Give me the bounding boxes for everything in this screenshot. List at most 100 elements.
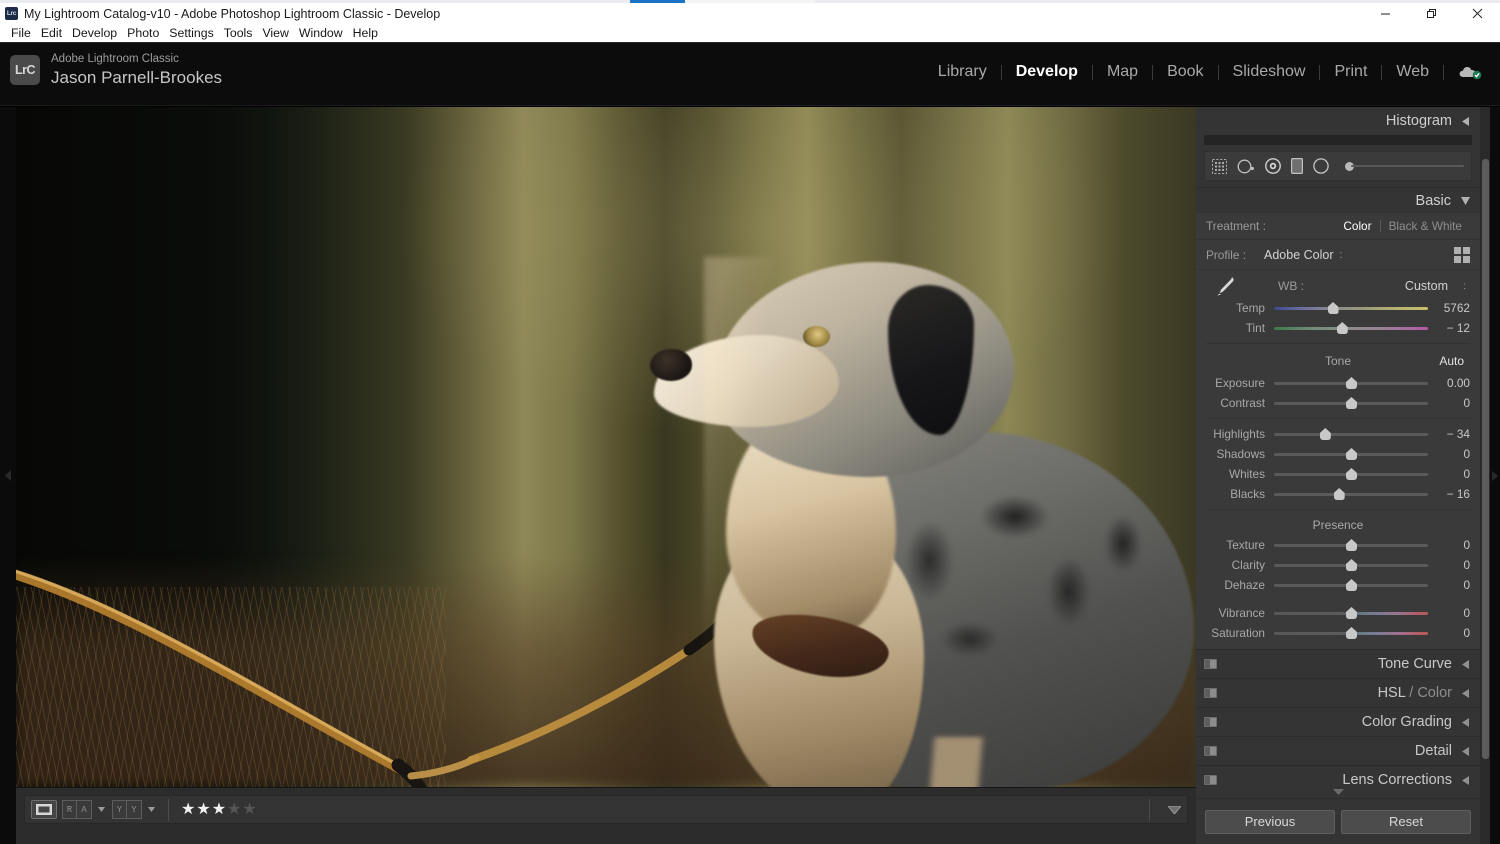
temp-slider[interactable]: [1274, 302, 1428, 314]
graduated-filter-tool[interactable]: [1291, 158, 1303, 174]
profile-browser-icon[interactable]: [1454, 246, 1470, 263]
left-panel-collapse-handle[interactable]: [0, 107, 16, 844]
highlights-value[interactable]: − 34: [1428, 427, 1470, 441]
star-4[interactable]: ★: [227, 801, 241, 818]
lens-corrections-toggle[interactable]: [1204, 775, 1217, 785]
saturation-value[interactable]: 0: [1428, 626, 1470, 640]
right-panel-collapse-handle[interactable]: [1490, 107, 1500, 844]
yy-compare-icon[interactable]: YY: [112, 800, 142, 819]
star-2[interactable]: ★: [196, 801, 210, 818]
restore-icon[interactable]: [1408, 3, 1454, 24]
triangle-left-icon[interactable]: [1462, 717, 1470, 727]
highlights-slider[interactable]: [1274, 428, 1428, 440]
photo-preview[interactable]: [16, 107, 1196, 787]
menu-item-edit[interactable]: Edit: [36, 26, 67, 40]
panel-hsl-color[interactable]: HSL / Color: [1196, 678, 1480, 707]
wb-dropdown-caret[interactable]: :: [1463, 281, 1466, 292]
tint-value[interactable]: − 12: [1428, 321, 1470, 335]
radial-filter-tool[interactable]: [1313, 158, 1329, 174]
shadows-slider[interactable]: [1274, 448, 1428, 460]
triangle-left-icon[interactable]: [1462, 688, 1470, 698]
spot-removal-tool[interactable]: [1237, 159, 1255, 174]
yy-compare-options-icon[interactable]: [148, 807, 155, 812]
saturation-slider[interactable]: [1274, 627, 1428, 639]
star-3[interactable]: ★: [212, 801, 226, 818]
basic-panel-header[interactable]: Basic: [1196, 187, 1480, 213]
temp-value[interactable]: 5762: [1428, 301, 1470, 315]
module-web[interactable]: Web: [1382, 63, 1443, 81]
before-after-options-icon[interactable]: [98, 807, 105, 812]
blacks-slider[interactable]: [1274, 488, 1428, 500]
texture-slider[interactable]: [1274, 539, 1428, 551]
triangle-left-icon[interactable]: [1462, 746, 1470, 756]
triangle-left-icon[interactable]: [1462, 116, 1470, 126]
cloud-synced-icon[interactable]: [1458, 63, 1482, 81]
triangle-left-icon[interactable]: [1462, 659, 1470, 669]
tint-slider[interactable]: [1274, 322, 1428, 334]
vibrance-value[interactable]: 0: [1428, 606, 1470, 620]
loupe-view-icon[interactable]: [31, 800, 57, 819]
exposure-slider[interactable]: [1274, 377, 1428, 389]
texture-value[interactable]: 0: [1428, 538, 1470, 552]
module-print[interactable]: Print: [1320, 63, 1381, 81]
menu-item-window[interactable]: Window: [294, 26, 348, 40]
previous-button[interactable]: Previous: [1205, 809, 1335, 834]
chevron-down-icon[interactable]: [1168, 805, 1181, 814]
color-grading-toggle[interactable]: [1204, 717, 1217, 727]
menu-item-file[interactable]: File: [6, 26, 36, 40]
module-book[interactable]: Book: [1153, 63, 1217, 81]
panel-scroll-caret[interactable]: [1196, 789, 1480, 798]
white-balance-selector-icon[interactable]: [1212, 274, 1238, 300]
triangle-down-icon[interactable]: [1461, 196, 1470, 205]
exposure-value[interactable]: 0.00: [1428, 376, 1470, 390]
crop-overlay-tool[interactable]: [1212, 158, 1227, 174]
contrast-slider[interactable]: [1274, 397, 1428, 409]
clarity-slider[interactable]: [1274, 559, 1428, 571]
treatment-bw-option[interactable]: Black & White: [1381, 219, 1470, 233]
minimize-icon[interactable]: [1362, 3, 1408, 24]
menu-item-view[interactable]: View: [257, 26, 293, 40]
panel-color-grading[interactable]: Color Grading: [1196, 707, 1480, 736]
red-eye-correction-tool[interactable]: [1265, 158, 1281, 174]
profile-value[interactable]: Adobe Color: [1264, 248, 1334, 262]
module-map[interactable]: Map: [1093, 63, 1152, 81]
module-develop[interactable]: Develop: [1002, 63, 1092, 81]
treatment-color-option[interactable]: Color: [1335, 219, 1379, 233]
module-library[interactable]: Library: [924, 63, 1001, 81]
menu-item-develop[interactable]: Develop: [67, 26, 122, 40]
star-5[interactable]: ★: [242, 801, 256, 818]
histogram-graph[interactable]: [1204, 135, 1472, 145]
hsl-color-toggle[interactable]: [1204, 688, 1217, 698]
auto-tone-button[interactable]: Auto: [1433, 353, 1470, 369]
photo-stage[interactable]: RA YY ★ ★ ★ ★ ★: [16, 107, 1196, 844]
before-after-icon[interactable]: RA: [62, 800, 92, 819]
wb-value[interactable]: Custom: [1405, 279, 1448, 293]
menu-item-help[interactable]: Help: [348, 26, 383, 40]
clarity-value[interactable]: 0: [1428, 558, 1470, 572]
module-slideshow[interactable]: Slideshow: [1219, 63, 1320, 81]
triangle-left-icon[interactable]: [1462, 775, 1470, 785]
star-1[interactable]: ★: [181, 801, 195, 818]
vibrance-slider[interactable]: [1274, 607, 1428, 619]
tone-curve-toggle[interactable]: [1204, 659, 1217, 669]
panel-detail[interactable]: Detail: [1196, 736, 1480, 765]
histogram-panel-header[interactable]: Histogram: [1196, 107, 1480, 135]
close-icon[interactable]: [1454, 3, 1500, 24]
adjustment-brush-amount-slider[interactable]: [1345, 160, 1464, 172]
profile-dropdown-caret[interactable]: :: [1340, 249, 1343, 261]
whites-slider[interactable]: [1274, 468, 1428, 480]
whites-value[interactable]: 0: [1428, 467, 1470, 481]
menu-item-tools[interactable]: Tools: [219, 26, 258, 40]
contrast-value[interactable]: 0: [1428, 396, 1470, 410]
panel-tone-curve[interactable]: Tone Curve: [1196, 649, 1480, 678]
reset-button[interactable]: Reset: [1341, 809, 1471, 834]
right-panel-scrollbar[interactable]: [1480, 107, 1490, 844]
menu-item-photo[interactable]: Photo: [122, 26, 164, 40]
dehaze-slider[interactable]: [1274, 579, 1428, 591]
shadows-value[interactable]: 0: [1428, 447, 1470, 461]
dehaze-value[interactable]: 0: [1428, 578, 1470, 592]
rating-stars[interactable]: ★ ★ ★ ★ ★: [181, 801, 257, 818]
right-panel-scrollbar-thumb[interactable]: [1482, 159, 1489, 759]
identity-plate[interactable]: LrC Adobe Lightroom Classic Jason Parnel…: [10, 52, 222, 89]
blacks-value[interactable]: − 16: [1428, 487, 1470, 501]
